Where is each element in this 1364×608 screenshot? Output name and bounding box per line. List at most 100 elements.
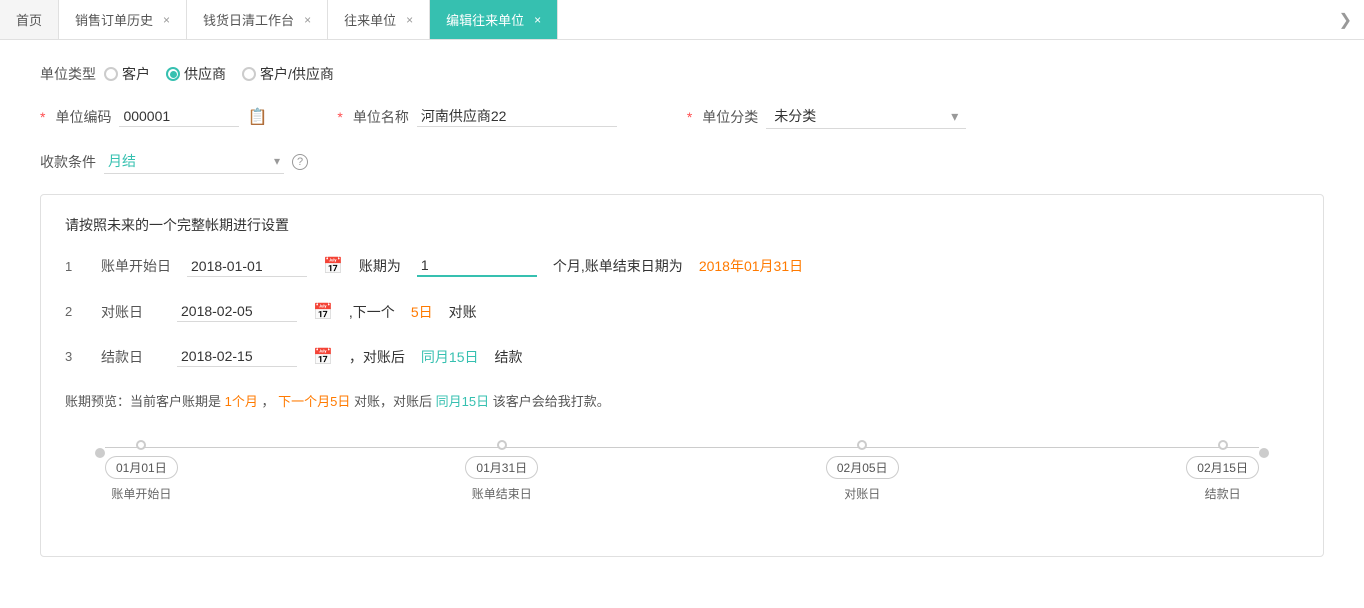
timeline-label-1: 账单开始日 [111, 485, 171, 502]
unit-type-radio-group: 客户 供应商 客户/供应商 [104, 64, 334, 84]
tab-edit-partner-unit[interactable]: 编辑往来单位 × [430, 0, 558, 39]
period-row3-prefix: ，对账后 [349, 347, 405, 367]
unit-code-label: 单位编码 [55, 107, 111, 127]
tab-home-label: 首页 [16, 10, 42, 29]
unit-code-input[interactable] [119, 106, 239, 127]
period-num-1: 1 [65, 259, 85, 274]
unit-type-label: 单位类型 [40, 64, 96, 84]
radio-customer-supplier-circle [242, 67, 256, 81]
preview-label: 账期预览：当前客户账期是 [65, 394, 221, 409]
unit-category-value: 未分类 [774, 106, 951, 126]
unit-type-field: 单位类型 客户 供应商 客户/供应商 [40, 64, 334, 84]
period-row2-suffix: 对账 [449, 302, 477, 322]
radio-customer-supplier[interactable]: 客户/供应商 [242, 64, 334, 84]
unit-code-field: * 单位编码 📋 [40, 106, 267, 127]
tab-bar: 首页 销售订单历史 × 钱货日清工作台 × 往来单位 × 编辑往来单位 × ❯ [0, 0, 1364, 40]
unit-code-star: * [40, 109, 45, 125]
period-num-3: 3 [65, 349, 85, 364]
unit-category-arrow-icon: ▾ [951, 108, 958, 125]
tab-cash-ledger-label: 钱货日清工作台 [203, 10, 294, 29]
period-row-2: 2 对账日 📅 ,下一个 5日 对账 [65, 301, 1299, 322]
radio-customer-label: 客户 [122, 64, 150, 84]
payment-terms-row: 收款条件 月结 ▾ ? [40, 149, 1324, 174]
timeline-point-2: 01月31日 账单结束日 [465, 440, 538, 502]
tab-home[interactable]: 首页 [0, 0, 59, 39]
period-row2-highlight: 5日 [411, 302, 433, 322]
timeline-label-4: 结款日 [1205, 485, 1241, 502]
timeline-date-box-4: 02月15日 [1186, 456, 1259, 479]
timeline-date-box-3: 02月05日 [826, 456, 899, 479]
timeline-end-dot [1259, 448, 1269, 458]
period-row1-suffix-after: 个月,账单结束日期为 [553, 256, 683, 276]
tab-edit-partner-unit-label: 编辑往来单位 [446, 10, 524, 29]
tab-partner-units[interactable]: 往来单位 × [328, 0, 430, 39]
period-num-months-input[interactable] [417, 255, 537, 277]
tab-partner-units-close[interactable]: × [406, 13, 413, 27]
timeline-dot-2 [497, 440, 507, 450]
unit-type-row: 单位类型 客户 供应商 客户/供应商 [40, 64, 1324, 84]
radio-supplier-circle [166, 67, 180, 81]
period-date-input-1[interactable] [187, 256, 307, 277]
timeline-date-box-2: 01月31日 [465, 456, 538, 479]
unit-name-input[interactable] [417, 106, 617, 127]
period-label-1: 账单开始日 [101, 256, 171, 276]
payment-terms-field: 收款条件 月结 ▾ ? [40, 149, 308, 174]
unit-category-star: * [687, 109, 692, 125]
period-row3-suffix: 结款 [495, 347, 523, 367]
period-row1-highlight: 2018年01月31日 [699, 256, 803, 276]
timeline-container: 01月01日 账单开始日 01月31日 账单结束日 02月05日 对账日 [65, 430, 1299, 532]
unit-name-label: 单位名称 [353, 107, 409, 127]
tab-more-icon: ❯ [1339, 12, 1352, 29]
timeline-label-3: 对账日 [844, 485, 880, 502]
period-num-2: 2 [65, 304, 85, 319]
period-row1-suffix-before: 账期为 [359, 256, 401, 276]
period-section-title: 请按照未来的一个完整帐期进行设置 [65, 215, 1299, 235]
payment-terms-help-icon[interactable]: ? [292, 154, 308, 170]
unit-code-calendar-icon[interactable]: 📋 [247, 107, 267, 127]
period-calendar-icon-1[interactable]: 📅 [323, 256, 343, 276]
tab-partner-units-label: 往来单位 [344, 10, 396, 29]
timeline-point-4: 02月15日 结款日 [1186, 440, 1259, 502]
tab-cash-ledger-close[interactable]: × [304, 13, 311, 27]
tab-more-button[interactable]: ❯ [1327, 10, 1364, 30]
tab-sales-order-history-label: 销售订单历史 [75, 10, 153, 29]
timeline-label-2: 账单结束日 [472, 485, 532, 502]
period-row-1: 1 账单开始日 📅 账期为 个月,账单结束日期为 2018年01月31日 [65, 255, 1299, 277]
period-date-input-2[interactable] [177, 301, 297, 322]
period-section: 请按照未来的一个完整帐期进行设置 1 账单开始日 📅 账期为 个月,账单结束日期… [40, 194, 1324, 557]
payment-terms-arrow-icon: ▾ [274, 154, 280, 168]
timeline-start-dot [95, 448, 105, 458]
period-calendar-icon-3[interactable]: 📅 [313, 347, 333, 367]
tab-edit-partner-unit-close[interactable]: × [534, 13, 541, 27]
period-row3-highlight: 同月15日 [421, 347, 479, 367]
period-calendar-icon-2[interactable]: 📅 [313, 302, 333, 322]
unit-category-label: 单位分类 [702, 107, 758, 127]
main-content: 单位类型 客户 供应商 客户/供应商 * 单位编码 [0, 40, 1364, 608]
period-date-input-3[interactable] [177, 346, 297, 367]
timeline-dot-3 [857, 440, 867, 450]
payment-terms-value: 月结 [108, 151, 270, 171]
unit-name-star: * [337, 109, 342, 125]
timeline-dot-1 [136, 440, 146, 450]
preview-middle: 对账，对账后 [354, 394, 432, 409]
period-label-3: 结款日 [101, 347, 161, 367]
payment-terms-select[interactable]: 月结 ▾ [104, 149, 284, 174]
period-label-2: 对账日 [101, 302, 161, 322]
timeline-points: 01月01日 账单开始日 01月31日 账单结束日 02月05日 对账日 [105, 440, 1259, 502]
unit-info-row: * 单位编码 📋 * 单位名称 * 单位分类 未分类 ▾ [40, 104, 1324, 129]
tab-cash-ledger[interactable]: 钱货日清工作台 × [187, 0, 328, 39]
timeline-point-1: 01月01日 账单开始日 [105, 440, 178, 502]
preview-part2: 下一个月5日 [278, 394, 350, 409]
unit-name-field: * 单位名称 [337, 106, 616, 127]
radio-customer[interactable]: 客户 [104, 64, 150, 84]
timeline-dot-4 [1218, 440, 1228, 450]
radio-supplier-label: 供应商 [184, 64, 226, 84]
tab-sales-order-history-close[interactable]: × [163, 13, 170, 27]
preview-part3: 同月15日 [436, 394, 489, 409]
radio-supplier[interactable]: 供应商 [166, 64, 226, 84]
unit-category-select[interactable]: 未分类 ▾ [766, 104, 966, 129]
period-row2-prefix: ,下一个 [349, 302, 395, 322]
timeline-date-box-1: 01月01日 [105, 456, 178, 479]
tab-sales-order-history[interactable]: 销售订单历史 × [59, 0, 187, 39]
preview-text: 账期预览：当前客户账期是 1个月 ， 下一个月5日 对账，对账后 同月15日 该… [65, 391, 1299, 410]
